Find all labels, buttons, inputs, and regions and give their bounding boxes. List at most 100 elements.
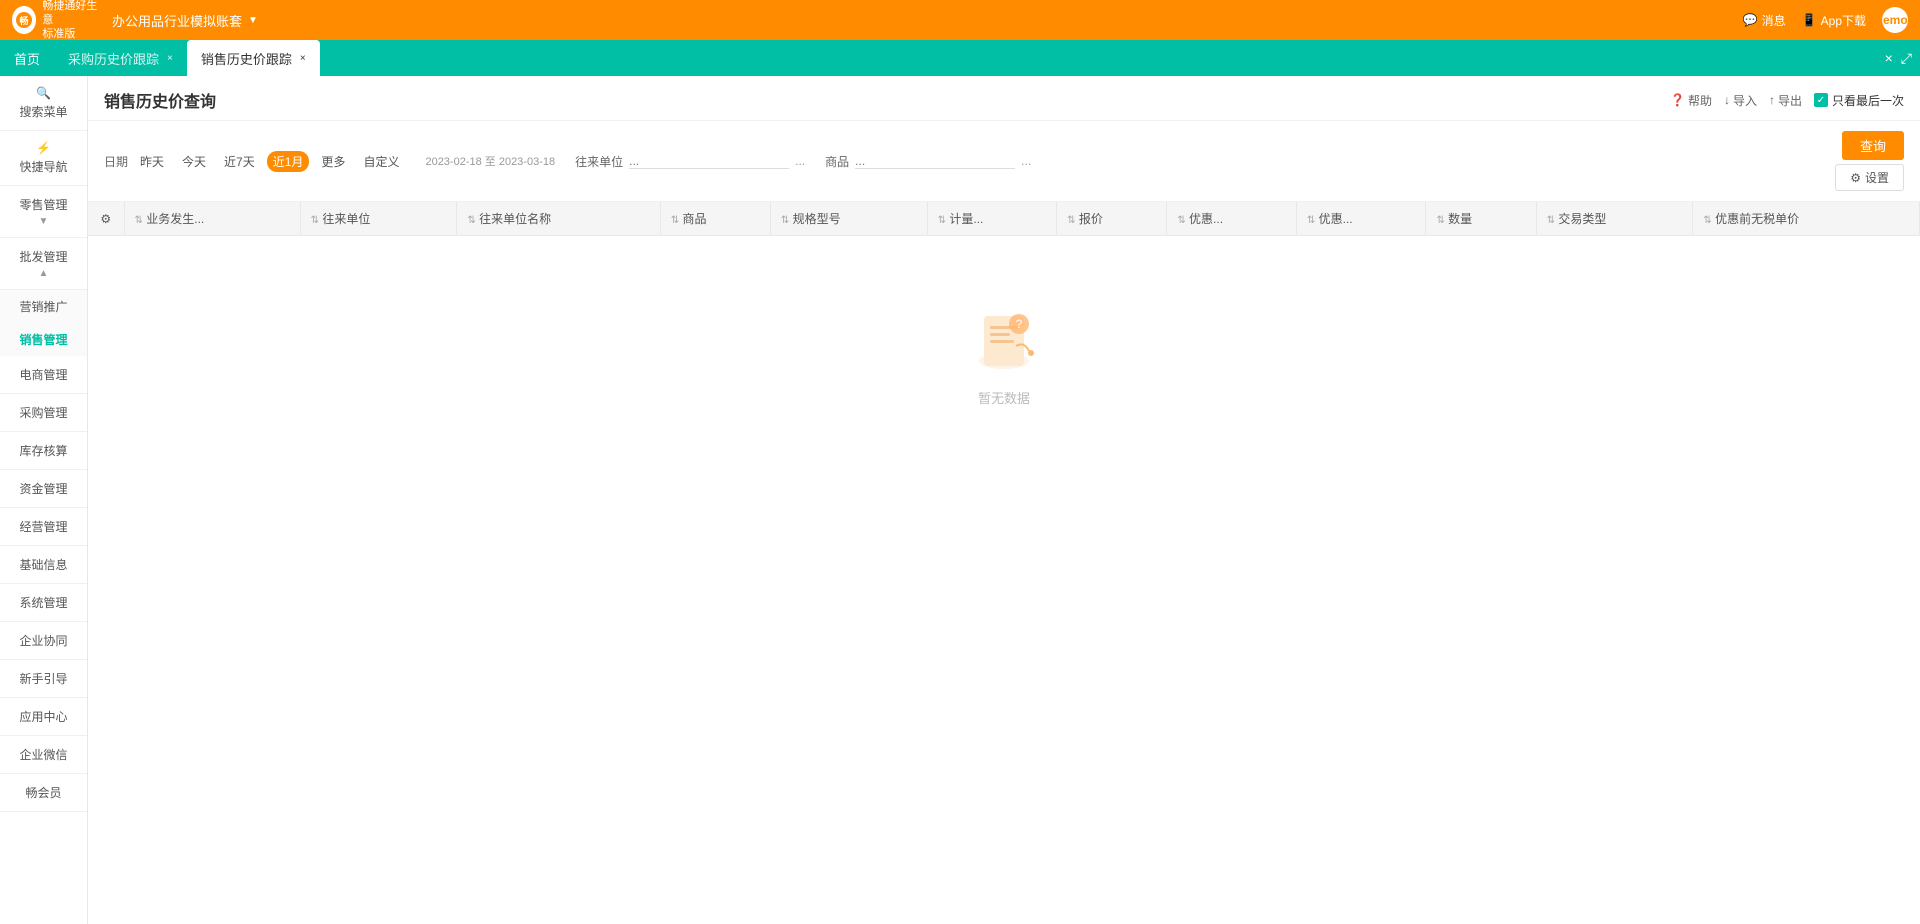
- sort-discount1-icon: ⇅: [1177, 215, 1185, 226]
- empty-image: ?: [964, 296, 1044, 376]
- col-trade-type[interactable]: ⇅ 交易类型: [1536, 202, 1693, 236]
- export-icon: ↑: [1769, 93, 1775, 107]
- col-spec[interactable]: ⇅ 规格型号: [770, 202, 927, 236]
- import-btn[interactable]: ↓ 导入: [1724, 92, 1757, 109]
- sidebar-item-appcenter[interactable]: 应用中心: [0, 698, 87, 736]
- dropdown-icon[interactable]: ▼: [248, 15, 258, 26]
- sidebar-item-wholesale[interactable]: 批发管理 ▲: [0, 238, 87, 290]
- help-btn[interactable]: ❓ 帮助: [1670, 92, 1712, 109]
- date-label: 日期: [104, 153, 128, 170]
- retail-arrow-icon: ▼: [39, 216, 49, 227]
- partner-label: 往来单位: [575, 153, 623, 170]
- content-area: 销售历史价查询 ❓ 帮助 ↓ 导入 ↑ 导出 ✓: [88, 76, 1920, 924]
- filter-bar: 日期 昨天 今天 近7天 近1月 更多 自定义 2023-02-18 至 202…: [88, 121, 1920, 202]
- empty-text: 暂无数据: [978, 388, 1030, 407]
- only-last-checkbox[interactable]: ✓: [1814, 93, 1828, 107]
- tab-sales[interactable]: 销售历史价跟踪 ×: [187, 40, 320, 76]
- top-header: 畅 畅捷通好生意 标准版 办公用品行业模拟账套 ▼ 💬 消息 📱 App下载 d…: [0, 0, 1920, 40]
- date-btn-custom[interactable]: 自定义: [357, 151, 405, 172]
- sort-trade-type-icon: ⇅: [1547, 215, 1555, 226]
- sidebar: 🔍 搜索菜单 ⚡ 快捷导航 零售管理 ▼ 批发管理 ▲ 营销推广 销售管理 电商…: [0, 76, 88, 924]
- date-btn-today[interactable]: 今天: [176, 151, 212, 172]
- sidebar-item-system[interactable]: 系统管理: [0, 584, 87, 622]
- page-content: 销售历史价查询 ❓ 帮助 ↓ 导入 ↑ 导出 ✓: [88, 76, 1920, 924]
- sidebar-item-ecommerce[interactable]: 电商管理: [0, 356, 87, 394]
- main-layout: 🔍 搜索菜单 ⚡ 快捷导航 零售管理 ▼ 批发管理 ▲ 营销推广 销售管理 电商…: [0, 76, 1920, 924]
- export-btn[interactable]: ↑ 导出: [1769, 92, 1802, 109]
- sidebar-item-search[interactable]: 🔍 搜索菜单: [0, 76, 87, 131]
- filter-right: 查询 ⚙ 设置: [1835, 131, 1904, 191]
- only-last-label[interactable]: ✓ 只看最后一次: [1814, 92, 1904, 109]
- date-range-group: 2023-02-18 至 2023-03-18: [425, 153, 555, 169]
- sort-spec-icon: ⇅: [781, 215, 789, 226]
- import-icon: ↓: [1724, 93, 1730, 107]
- partner-input[interactable]: [629, 154, 789, 169]
- partner-dots[interactable]: ...: [795, 154, 805, 168]
- sidebar-sub-sales[interactable]: 销售管理: [0, 323, 87, 356]
- sidebar-item-newguide[interactable]: 新手引导: [0, 660, 87, 698]
- sidebar-item-shortcut[interactable]: ⚡ 快捷导航: [0, 131, 87, 186]
- wholesale-arrow-icon: ▲: [39, 268, 49, 279]
- tab-purchase-close[interactable]: ×: [167, 53, 173, 64]
- logo-icon: 畅: [12, 6, 36, 34]
- col-gear[interactable]: ⚙: [88, 202, 124, 236]
- sidebar-item-wechat[interactable]: 企业微信: [0, 736, 87, 774]
- logo-area: 畅 畅捷通好生意 标准版: [12, 0, 100, 41]
- tab-bar: 首页 采购历史价跟踪 × 销售历史价跟踪 × × ⤢: [0, 40, 1920, 76]
- product-label: 商品: [825, 153, 849, 170]
- sidebar-item-stock[interactable]: 库存核算: [0, 432, 87, 470]
- col-product[interactable]: ⇅ 商品: [660, 202, 770, 236]
- sidebar-item-member[interactable]: 畅会员: [0, 774, 87, 812]
- date-btn-7days[interactable]: 近7天: [218, 151, 261, 172]
- avatar[interactable]: demo2: [1882, 7, 1908, 33]
- sidebar-item-purchase[interactable]: 采购管理: [0, 394, 87, 432]
- app-name: 办公用品行业模拟账套: [112, 11, 242, 30]
- sort-product-icon: ⇅: [671, 215, 679, 226]
- date-btn-yesterday[interactable]: 昨天: [134, 151, 170, 172]
- col-partner-code[interactable]: ⇅ 往来单位: [300, 202, 457, 236]
- app-selector[interactable]: 办公用品行业模拟账套 ▼: [100, 11, 1743, 30]
- col-qty[interactable]: ⇅ 数量: [1426, 202, 1536, 236]
- maximize-window-btn[interactable]: ⤢: [1901, 50, 1912, 67]
- col-pretax-price[interactable]: ⇅ 优惠前无税单价: [1693, 202, 1920, 236]
- logo-text: 畅捷通好生意 标准版: [42, 0, 100, 41]
- sidebar-item-basic[interactable]: 基础信息: [0, 546, 87, 584]
- page-header: 销售历史价查询 ❓ 帮助 ↓ 导入 ↑ 导出 ✓: [88, 76, 1920, 121]
- setting-button[interactable]: ⚙ 设置: [1835, 164, 1904, 191]
- date-btn-1month[interactable]: 近1月: [267, 151, 310, 172]
- page-title: 销售历史价查询: [104, 88, 216, 112]
- shortcut-icon: ⚡: [36, 141, 51, 155]
- sort-biz-date-icon: ⇅: [135, 215, 143, 226]
- tab-home[interactable]: 首页: [0, 40, 54, 76]
- product-dots[interactable]: ...: [1021, 154, 1031, 168]
- header-right: 💬 消息 📱 App下载 demo2: [1743, 7, 1908, 33]
- col-discount2[interactable]: ⇅ 优惠...: [1296, 202, 1426, 236]
- sort-unit-icon: ⇅: [938, 215, 946, 226]
- query-button[interactable]: 查询: [1842, 131, 1904, 160]
- wholesale-sub-menu: 营销推广 销售管理: [0, 290, 87, 356]
- tab-sales-close[interactable]: ×: [300, 53, 306, 64]
- col-unit[interactable]: ⇅ 计量...: [927, 202, 1057, 236]
- sort-qty-icon: ⇅: [1436, 215, 1444, 226]
- sort-pretax-icon: ⇅: [1703, 215, 1711, 226]
- close-window-btn[interactable]: ×: [1885, 50, 1893, 66]
- product-input[interactable]: [855, 154, 1015, 169]
- tab-purchase[interactable]: 采购历史价跟踪 ×: [54, 40, 187, 76]
- col-quote[interactable]: ⇅ 报价: [1057, 202, 1167, 236]
- download-icon: 📱: [1802, 13, 1817, 27]
- sidebar-item-operations[interactable]: 经营管理: [0, 508, 87, 546]
- empty-state: ? 暂无数据: [88, 236, 1920, 467]
- sidebar-item-retail[interactable]: 零售管理 ▼: [0, 186, 87, 238]
- message-btn[interactable]: 💬 消息: [1743, 12, 1786, 29]
- col-partner-name[interactable]: ⇅ 往来单位名称: [457, 202, 660, 236]
- col-biz-date[interactable]: ⇅ 业务发生...: [124, 202, 300, 236]
- sidebar-item-enterprise[interactable]: 企业协同: [0, 622, 87, 660]
- page-actions: ❓ 帮助 ↓ 导入 ↑ 导出 ✓ 只看最后一次: [1670, 92, 1904, 109]
- col-discount1[interactable]: ⇅ 优惠...: [1167, 202, 1297, 236]
- sidebar-item-finance[interactable]: 资金管理: [0, 470, 87, 508]
- sidebar-sub-marketing[interactable]: 营销推广: [0, 290, 87, 323]
- app-download-btn[interactable]: 📱 App下载: [1802, 12, 1866, 29]
- setting-icon: ⚙: [1850, 171, 1861, 185]
- date-btn-more[interactable]: 更多: [315, 151, 351, 172]
- svg-text:?: ?: [1016, 317, 1023, 331]
